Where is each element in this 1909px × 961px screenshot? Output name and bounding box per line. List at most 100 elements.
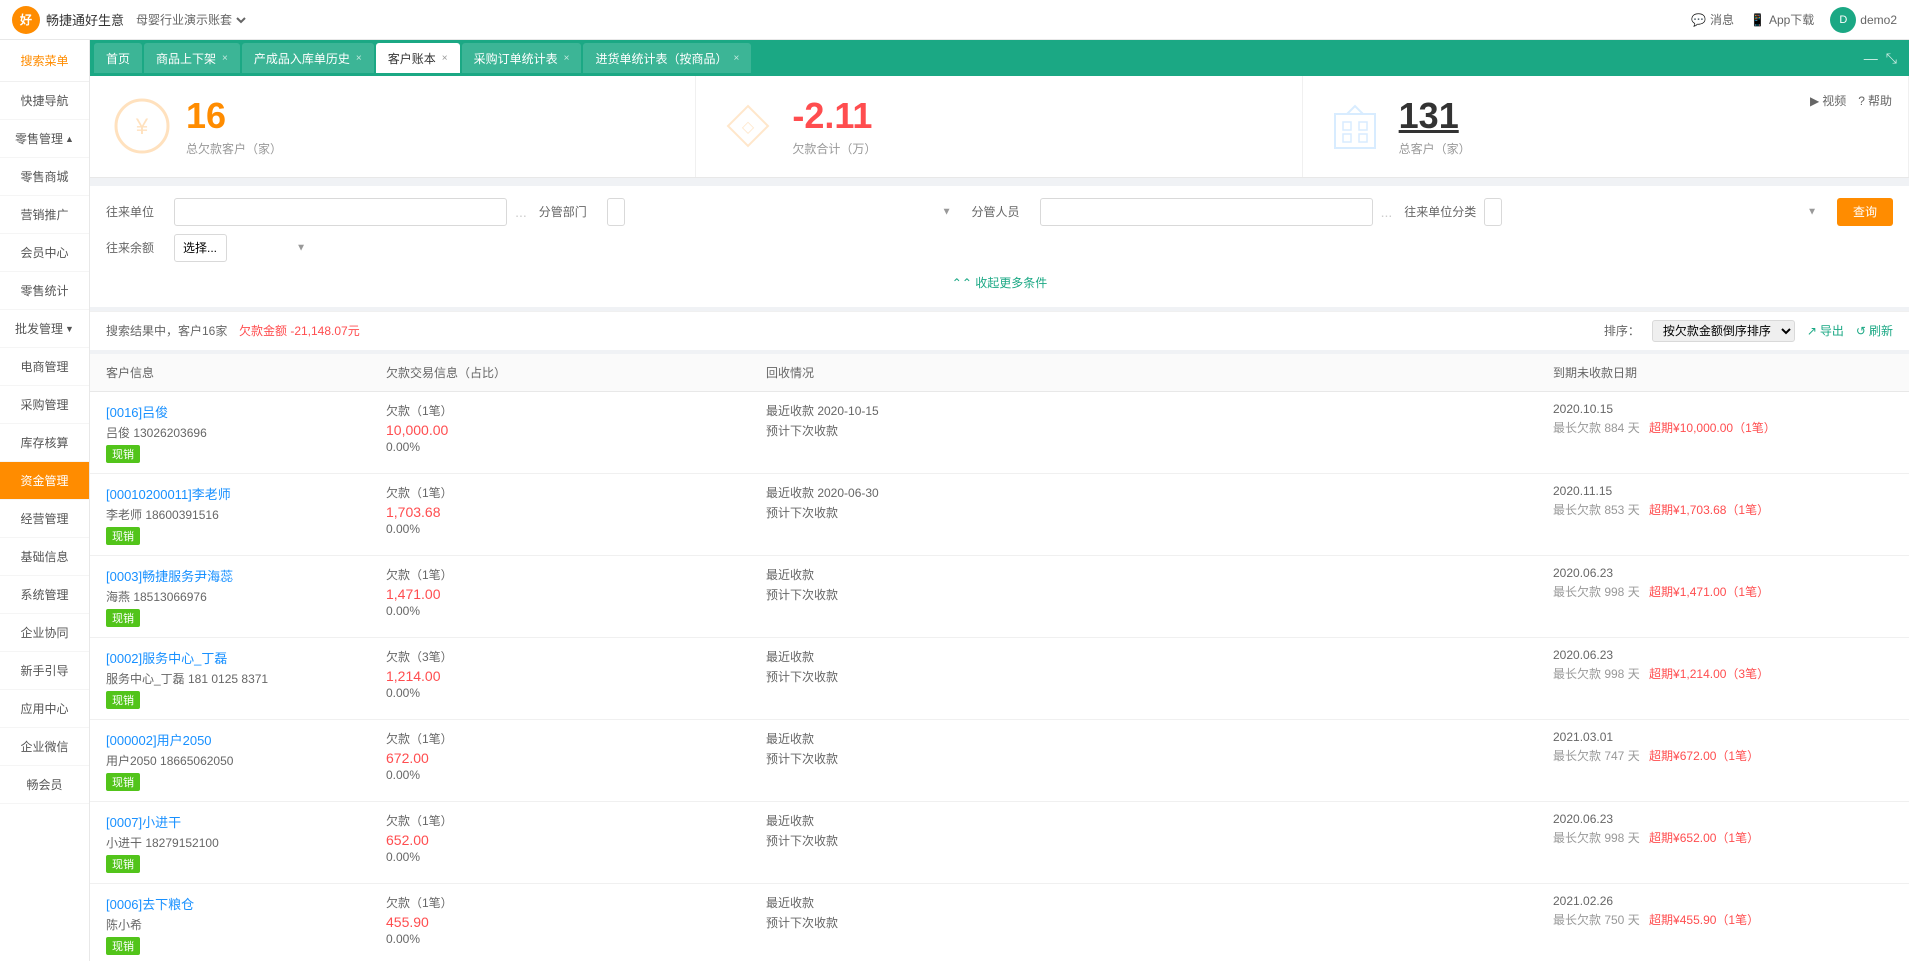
customer-phone-4: 用户2050 18665062050 bbox=[106, 752, 386, 769]
sidebar-item-inventory[interactable]: 库存核算 bbox=[0, 424, 89, 462]
return-last-4: 最近收款 bbox=[766, 730, 1553, 747]
tab-close-warehouse[interactable]: × bbox=[356, 53, 362, 64]
debt-count-5: 欠款（1笔） bbox=[386, 812, 766, 829]
export-btn[interactable]: ↗ 导出 bbox=[1807, 322, 1844, 339]
overdue-text-5[interactable]: 超期¥652.00（1笔） bbox=[1649, 831, 1759, 845]
user-menu[interactable]: D demo2 bbox=[1830, 7, 1897, 33]
customer-tag-3: 现销 bbox=[106, 691, 140, 709]
dept-select[interactable] bbox=[607, 198, 625, 226]
sidebar-item-system[interactable]: 系统管理 bbox=[0, 576, 89, 614]
sidebar-item-operations[interactable]: 经营管理 bbox=[0, 500, 89, 538]
help-icon: ? bbox=[1858, 94, 1865, 108]
stat-label-debt: 欠款合计（万） bbox=[792, 140, 1277, 157]
sidebar-item-ecommerce[interactable]: 电商管理 bbox=[0, 348, 89, 386]
sidebar: 搜索菜单 快捷导航 零售管理 ▲ 零售商城 营销推广 会员中心 零售统计 批发管… bbox=[0, 40, 90, 961]
tab-close-product[interactable]: × bbox=[222, 53, 228, 64]
sort-select[interactable]: 按欠款金额倒序排序 bbox=[1652, 320, 1795, 342]
customer-phone-0: 吕俊 13026203696 bbox=[106, 424, 386, 441]
customer-name-5[interactable]: [0007]小进干 bbox=[106, 812, 386, 831]
tab-close-customer[interactable]: × bbox=[442, 53, 448, 64]
sidebar-item-basic-info[interactable]: 基础信息 bbox=[0, 538, 89, 576]
overdue-text-6[interactable]: 超期¥455.90（1笔） bbox=[1649, 913, 1759, 927]
collapse-bar[interactable]: ⌃⌃ 收起更多条件 bbox=[106, 270, 1893, 295]
debt-ratio-1: 0.00% bbox=[386, 522, 766, 536]
customer-tag-1: 现销 bbox=[106, 527, 140, 545]
debt-amount-4: 672.00 bbox=[386, 750, 766, 766]
overdue-text-3[interactable]: 超期¥1,214.00（3笔） bbox=[1649, 667, 1769, 681]
sidebar-item-enterprise[interactable]: 企业协同 bbox=[0, 614, 89, 652]
overdue-text-2[interactable]: 超期¥1,471.00（1笔） bbox=[1649, 585, 1769, 599]
overdue-days-5: 最长欠款 998 天 超期¥652.00（1笔） bbox=[1553, 829, 1893, 846]
balance-select[interactable]: 选择... bbox=[174, 234, 227, 262]
overdue-text-1[interactable]: 超期¥1,703.68（1笔） bbox=[1649, 503, 1769, 517]
debt-info-4: 欠款（1笔） 672.00 0.00% bbox=[386, 730, 766, 782]
overdue-text-4[interactable]: 超期¥672.00（1笔） bbox=[1649, 749, 1759, 763]
sidebar-item-retail-stats[interactable]: 零售统计 bbox=[0, 272, 89, 310]
sidebar-item-member2[interactable]: 畅会员 bbox=[0, 766, 89, 804]
unit-class-select-wrap bbox=[1484, 198, 1825, 226]
due-date-0: 2020.10.15 bbox=[1553, 402, 1893, 416]
due-info-5: 2020.06.23 最长欠款 998 天 超期¥652.00（1笔） bbox=[1553, 812, 1893, 846]
unit-class-select[interactable] bbox=[1484, 198, 1502, 226]
content-wrapper: ¥ 16 总欠款客户（家） ◇ bbox=[90, 76, 1909, 961]
due-info-2: 2020.06.23 最长欠款 998 天 超期¥1,471.00（1笔） bbox=[1553, 566, 1893, 600]
debt-amount-2: 1,471.00 bbox=[386, 586, 766, 602]
sidebar-item-retail-mall[interactable]: 零售商城 bbox=[0, 158, 89, 196]
sidebar-item-retail-mgmt[interactable]: 零售管理 ▲ bbox=[0, 120, 89, 158]
filter-unit-class: 往来单位分类 bbox=[1404, 198, 1825, 226]
table-header: 客户信息 欠款交易信息（占比） 回收情况 到期未收款日期 bbox=[90, 354, 1909, 392]
debt-count-0: 欠款（1笔） bbox=[386, 402, 766, 419]
maximize-icon[interactable]: ⤡ bbox=[1886, 50, 1897, 67]
download-icon: 📱 bbox=[1750, 13, 1765, 27]
sidebar-item-finance[interactable]: 资金管理 bbox=[0, 462, 89, 500]
search-menu-btn[interactable]: 搜索菜单 bbox=[8, 48, 81, 73]
sidebar-item-app-center[interactable]: 应用中心 bbox=[0, 690, 89, 728]
store-select[interactable]: 母婴行业演示账套 bbox=[132, 12, 249, 28]
minimize-icon[interactable]: — bbox=[1864, 50, 1878, 67]
tab-home[interactable]: 首页 bbox=[94, 43, 142, 73]
stat-card-debtor-count: ¥ 16 总欠款客户（家） bbox=[90, 76, 696, 177]
tab-customer-ledger[interactable]: 客户账本 × bbox=[376, 43, 460, 73]
overdue-days-6: 最长欠款 750 天 超期¥455.90（1笔） bbox=[1553, 911, 1893, 928]
return-last-5: 最近收款 bbox=[766, 812, 1553, 829]
table-row: [00010200011]李老师 李老师 18600391516 现销 欠款（1… bbox=[90, 474, 1909, 556]
table-row: [000002]用户2050 用户2050 18665062050 现销 欠款（… bbox=[90, 720, 1909, 802]
return-info-4: 最近收款 预计下次收款 bbox=[766, 730, 1553, 770]
help-btn[interactable]: ? 帮助 bbox=[1858, 92, 1892, 109]
customer-phone-2: 海燕 18513066976 bbox=[106, 588, 386, 605]
tab-close-purchase-product[interactable]: × bbox=[733, 53, 739, 64]
return-info-3: 最近收款 预计下次收款 bbox=[766, 648, 1553, 688]
video-btn[interactable]: ▶ 视频 bbox=[1810, 92, 1846, 109]
data-table: 客户信息 欠款交易信息（占比） 回收情况 到期未收款日期 [0016]吕俊 吕俊… bbox=[90, 354, 1909, 961]
sidebar-item-marketing[interactable]: 营销推广 bbox=[0, 196, 89, 234]
filter-area: 往来单位 ... 分管部门 分管人员 bbox=[90, 186, 1909, 307]
sidebar-item-newbie[interactable]: 新手引导 bbox=[0, 652, 89, 690]
sidebar-item-quick-nav[interactable]: 快捷导航 bbox=[0, 82, 89, 120]
refresh-btn[interactable]: ↺ 刷新 bbox=[1856, 322, 1893, 339]
sidebar-item-wechat[interactable]: 企业微信 bbox=[0, 728, 89, 766]
app-download-btn[interactable]: 📱 App下载 bbox=[1750, 11, 1814, 28]
customer-tag-5: 现销 bbox=[106, 855, 140, 873]
customer-name-4[interactable]: [000002]用户2050 bbox=[106, 730, 386, 749]
tab-product-onoff[interactable]: 商品上下架 × bbox=[144, 43, 240, 73]
sidebar-search-area: 搜索菜单 bbox=[0, 40, 89, 82]
tab-purchase-product-stats[interactable]: 进货单统计表（按商品） × bbox=[583, 43, 751, 73]
customer-name-6[interactable]: [0006]去下粮仓 bbox=[106, 894, 386, 913]
tab-close-purchase[interactable]: × bbox=[564, 53, 570, 64]
sidebar-item-member[interactable]: 会员中心 bbox=[0, 234, 89, 272]
person-input[interactable] bbox=[1040, 198, 1373, 226]
debt-info-0: 欠款（1笔） 10,000.00 0.00% bbox=[386, 402, 766, 454]
sidebar-item-purchase[interactable]: 采购管理 bbox=[0, 386, 89, 424]
sidebar-item-wholesale[interactable]: 批发管理 ▼ bbox=[0, 310, 89, 348]
customer-name-1[interactable]: [00010200011]李老师 bbox=[106, 484, 386, 503]
message-btn[interactable]: 💬 消息 bbox=[1691, 11, 1734, 28]
customer-name-3[interactable]: [0002]服务中心_丁磊 bbox=[106, 648, 386, 667]
overdue-text-0[interactable]: 超期¥10,000.00（1笔） bbox=[1649, 421, 1776, 435]
search-button[interactable]: 查询 bbox=[1837, 198, 1893, 226]
customer-name-2[interactable]: [0003]畅捷服务尹海蕊 bbox=[106, 566, 386, 585]
tab-purchase-stats[interactable]: 采购订单统计表 × bbox=[462, 43, 582, 73]
tab-warehouse-history[interactable]: 产成品入库单历史 × bbox=[242, 43, 374, 73]
customer-name-0[interactable]: [0016]吕俊 bbox=[106, 402, 386, 421]
results-info: 搜索结果中，客户16家 欠款金额 -21,148.07元 bbox=[106, 322, 360, 339]
source-unit-input[interactable] bbox=[174, 198, 507, 226]
